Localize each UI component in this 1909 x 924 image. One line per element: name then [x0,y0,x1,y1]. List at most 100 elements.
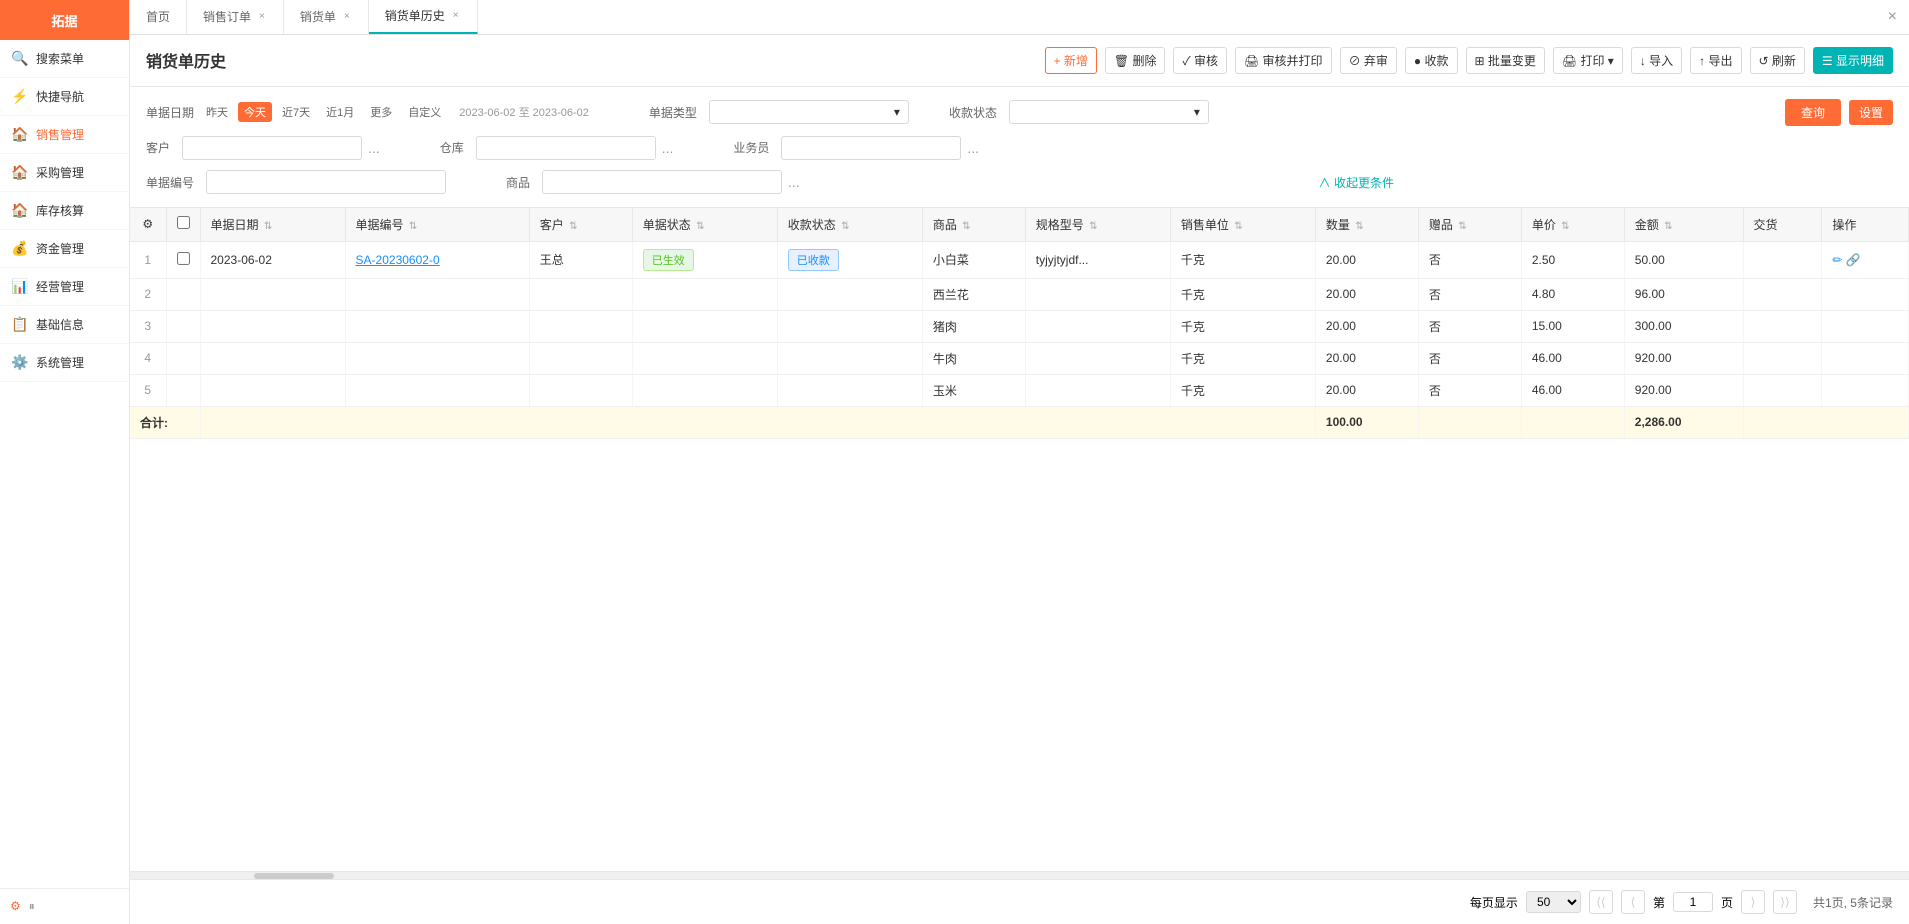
sidebar-item-sales[interactable]: 🏠 销售管理 [0,116,129,154]
main-table: ⚙ 单据日期 ⇅ 单据编号 ⇅ 客户 ⇅ 单据状态 ⇅ 收款状态 ⇅ 商品 ⇅ … [130,208,1909,439]
refresh-button[interactable]: ↺ 刷新 [1750,47,1805,74]
cell-quantity: 20.00 [1315,342,1418,374]
col-doc-status[interactable]: 单据状态 ⇅ [632,208,777,242]
settings-button[interactable]: 设置 [1849,100,1893,125]
warehouse-dots[interactable]: ... [662,140,674,156]
sidebar-item-quicknav[interactable]: ⚡ 快捷导航 [0,78,129,116]
audit-button[interactable]: ✓ 审核 [1173,47,1227,74]
page-number-input[interactable] [1673,892,1713,912]
cell-payment-status [777,342,922,374]
delete-button[interactable]: 🗑 删除 [1105,47,1166,74]
sidebar-item-purchase[interactable]: 🏠 采购管理 [0,154,129,192]
col-amount[interactable]: 金额 ⇅ [1624,208,1743,242]
cell-checkbox[interactable] [166,342,200,374]
salesperson-dots[interactable]: ... [967,140,979,156]
window-close-btn[interactable]: × [1876,0,1909,34]
col-gift[interactable]: 赠品 ⇅ [1418,208,1521,242]
tab-sales-order[interactable]: 销售订单 × [187,0,284,34]
main-area: 首页 销售订单 × 销货单 × 销货单历史 × × 销货单历史 + 新增 🗑 删… [130,0,1909,924]
date-yesterday[interactable]: 昨天 [200,102,234,122]
cell-checkbox[interactable] [166,278,200,310]
collapse-button[interactable]: ∧ 收起更条件 [1315,170,1398,195]
col-payment-status[interactable]: 收款状态 ⇅ [777,208,922,242]
cell-checkbox[interactable] [166,374,200,406]
date-7days[interactable]: 近7天 [276,102,316,122]
page-title: 销货单历史 [146,48,226,72]
cell-actions[interactable]: ✏ 🔗 [1822,241,1909,278]
date-custom[interactable]: 自定义 [402,102,447,122]
col-customer[interactable]: 客户 ⇅ [529,208,632,242]
sidebar-item-basic-info[interactable]: 📋 基础信息 [0,306,129,344]
sidebar-item-search[interactable]: 🔍 搜索菜单 [0,40,129,78]
col-quantity[interactable]: 数量 ⇅ [1315,208,1418,242]
col-goods[interactable]: 商品 ⇅ [922,208,1025,242]
tab-sales-order-label: 销售订单 [203,8,251,25]
date-today[interactable]: 今天 [238,102,272,122]
customer-field: 客户 ... [146,136,380,160]
cell-doc-no[interactable]: SA-20230602-0 [345,241,529,278]
col-settings[interactable]: ⚙ [130,208,166,242]
first-page-btn[interactable]: ⟨⟨ [1589,890,1613,914]
select-all-checkbox[interactable] [177,216,190,229]
cell-payment-status [777,310,922,342]
collect-button[interactable]: ● 收款 [1405,47,1458,74]
col-spec[interactable]: 规格型号 ⇅ [1025,208,1170,242]
date-1month[interactable]: 近1月 [320,102,360,122]
col-unit[interactable]: 销售单位 ⇅ [1170,208,1315,242]
tab-sales-order-close[interactable]: × [257,9,267,24]
sidebar-item-label: 基础信息 [36,316,84,333]
scrollbar-thumb[interactable] [254,873,334,879]
col-date[interactable]: 单据日期 ⇅ [200,208,345,242]
doc-type-select[interactable]: ▾ [709,100,909,124]
col-price[interactable]: 单价 ⇅ [1521,208,1624,242]
cell-delivery [1743,342,1822,374]
print-button[interactable]: 🖨 打印 ▾ [1553,47,1623,74]
tab-sales-doc-close[interactable]: × [342,9,352,24]
prev-page-btn[interactable]: ⟨ [1621,890,1645,914]
abandon-audit-button[interactable]: ⊘ 弃审 [1340,47,1397,74]
last-page-btn[interactable]: ⟩⟩ [1773,890,1797,914]
cell-doc-no[interactable] [345,374,529,406]
sidebar-item-fund[interactable]: 💰 资金管理 [0,230,129,268]
cell-doc-no[interactable] [345,342,529,374]
col-doc-no[interactable]: 单据编号 ⇅ [345,208,529,242]
batch-change-button[interactable]: ⊞ 批量变更 [1466,47,1545,74]
import-button[interactable]: ↓ 导入 [1631,47,1682,74]
customer-label: 客户 [146,139,170,156]
page-wrapper: 销货单历史 + 新增 🗑 删除 ✓ 审核 🖨 审核并打印 ⊘ 弃审 ● 收款 ⊞… [130,35,1909,924]
goods-input[interactable] [542,170,782,194]
tab-sales-history-close[interactable]: × [451,8,461,23]
goods-dots[interactable]: ... [788,174,800,190]
cell-doc-no[interactable] [345,278,529,310]
cell-actions [1822,374,1909,406]
sidebar-item-inventory[interactable]: 🏠 库存核算 [0,192,129,230]
doc-no-input[interactable] [206,170,446,194]
cell-checkbox[interactable] [166,310,200,342]
sidebar-logo: 拓据 [0,0,129,40]
tab-sales-history[interactable]: 销货单历史 × [369,0,478,34]
sidebar-bottom-icon2[interactable]: ⏸ [29,899,35,914]
export-button[interactable]: ↑ 导出 [1690,47,1741,74]
warehouse-input[interactable] [476,136,656,160]
next-page-btn[interactable]: ⟩ [1741,890,1765,914]
payment-status-select[interactable]: ▾ [1009,100,1209,124]
query-button[interactable]: 查询 [1785,99,1841,126]
tab-home[interactable]: 首页 [130,0,187,34]
cell-checkbox[interactable] [166,241,200,278]
salesperson-input[interactable] [781,136,961,160]
sidebar-bottom-icon1[interactable]: ⚙ [10,899,21,914]
customer-input[interactable] [182,136,362,160]
add-button[interactable]: + 新增 [1045,47,1097,74]
cell-customer: 王总 [529,241,632,278]
audit-print-button[interactable]: 🖨 审核并打印 [1235,47,1332,74]
tab-sales-doc[interactable]: 销货单 × [284,0,369,34]
date-more[interactable]: 更多 [364,102,398,122]
cell-doc-no[interactable] [345,310,529,342]
show-detail-button[interactable]: ☰ 显示明细 [1813,47,1893,74]
customer-dots[interactable]: ... [368,140,380,156]
horizontal-scrollbar[interactable] [130,871,1909,879]
sidebar-item-system[interactable]: ⚙️ 系统管理 [0,344,129,382]
sidebar-item-operation[interactable]: 📊 经营管理 [0,268,129,306]
chart-icon: 📊 [12,279,28,295]
per-page-select[interactable]: 50 100 200 [1526,891,1581,913]
